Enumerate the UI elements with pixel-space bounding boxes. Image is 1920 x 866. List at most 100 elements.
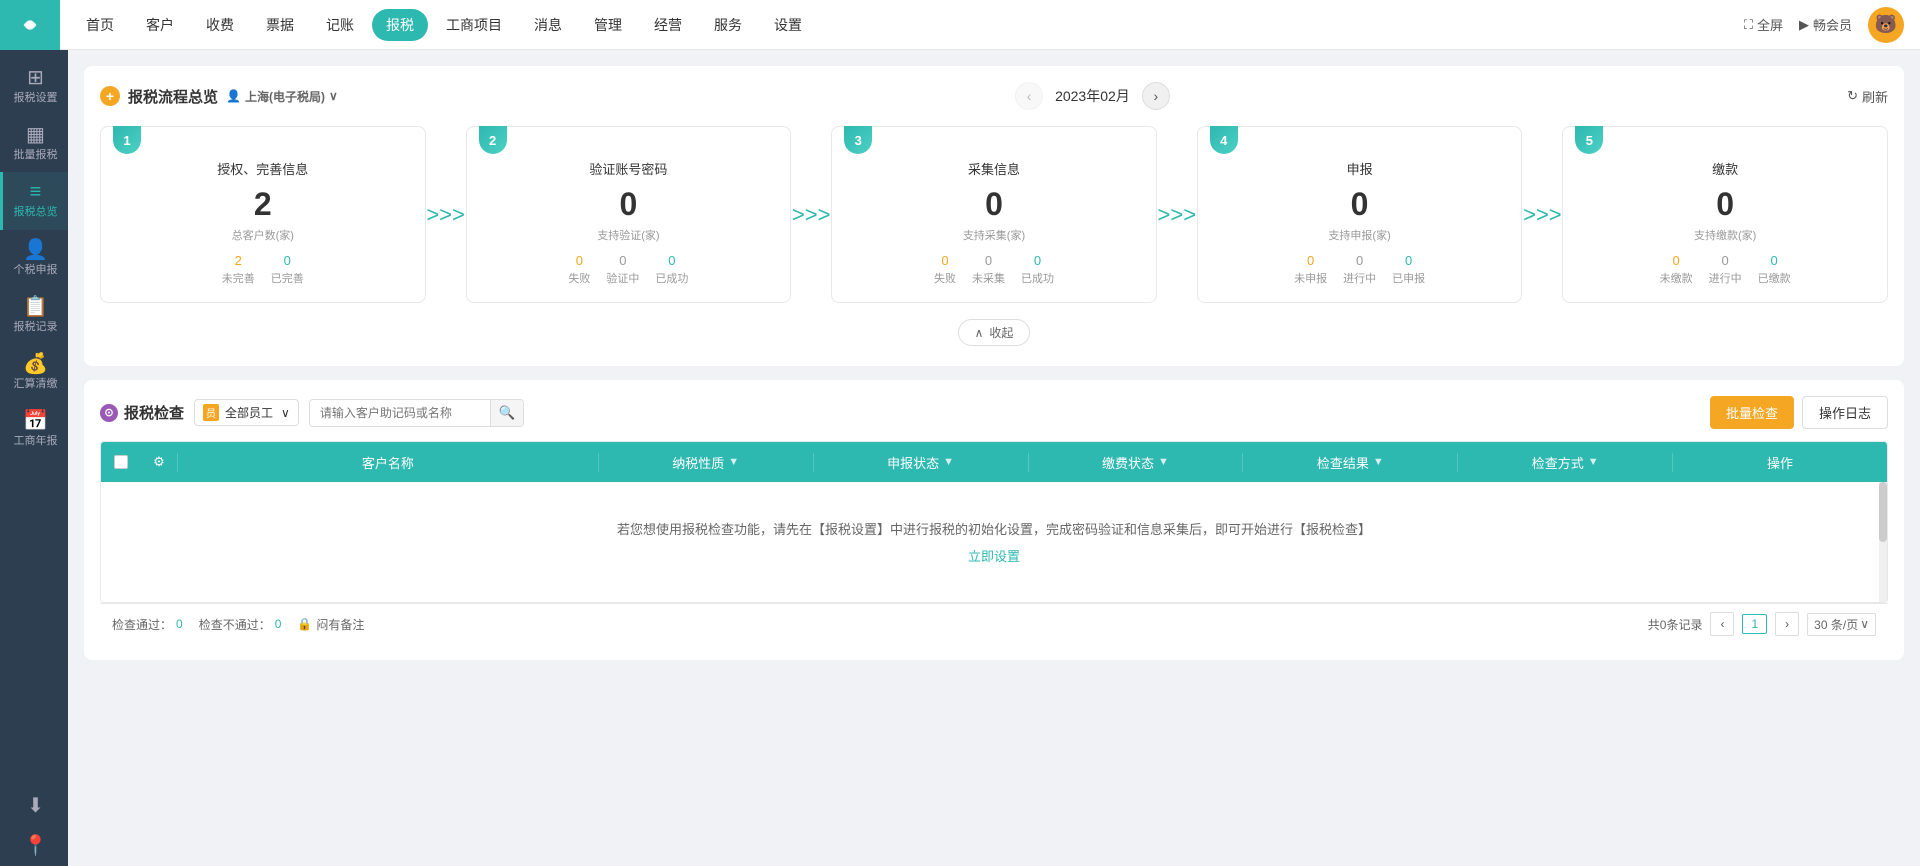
- filter-icon[interactable]: ▼: [728, 456, 739, 468]
- table-header: ⚙ 客户名称 纳税性质 ▼ 申报状态 ▼ 缴费状态 ▼: [101, 442, 1887, 482]
- select-all-checkbox[interactable]: [114, 455, 128, 469]
- stat-item: 2 未完善: [222, 253, 255, 286]
- stat-item: 0 失败: [934, 253, 956, 286]
- current-page: 1: [1742, 614, 1767, 634]
- nav-right-actions: ⛶ 全屏 ▶ 畅会员 🐻: [1744, 7, 1904, 43]
- nav-business[interactable]: 工商项目: [432, 9, 516, 41]
- app-logo[interactable]: [0, 0, 60, 50]
- flow-next-button[interactable]: ›: [1142, 82, 1170, 110]
- stat-item: 0 已成功: [655, 253, 688, 286]
- nav-home[interactable]: 首页: [72, 9, 128, 41]
- nav-operations[interactable]: 经营: [640, 9, 696, 41]
- member-button[interactable]: ▶ 畅会员: [1799, 15, 1852, 34]
- sidebar: ⊞ 报税设置 ▦ 批量报税 ≡ 报税总览 👤 个税申报 📋 报税记录 💰 汇算清…: [0, 50, 68, 866]
- sidebar-item-tax-overview[interactable]: ≡ 报税总览: [0, 172, 68, 229]
- th-check-result: 检查结果 ▼: [1242, 453, 1457, 472]
- stat-label: 进行中: [1709, 270, 1742, 286]
- operation-log-button[interactable]: 操作日志: [1802, 396, 1888, 429]
- th-gear[interactable]: ⚙: [141, 454, 177, 470]
- th-payment-status: 缴费状态 ▼: [1028, 453, 1243, 472]
- flow-overview-header: + 报税流程总览 👤 上海(电子税局) ∨ ‹ 2023年02月 › ↻ 刷新: [100, 82, 1888, 110]
- batch-check-button[interactable]: 批量检查: [1710, 396, 1794, 429]
- sidebar-label-annual-report: 工商年报: [14, 435, 58, 448]
- th-operation: 操作: [1672, 453, 1887, 472]
- stat-item: 0 未采集: [972, 253, 1005, 286]
- filter-icon[interactable]: ▼: [1373, 456, 1384, 468]
- step-number-4: 4: [1210, 126, 1238, 154]
- refresh-button[interactable]: ↻ 刷新: [1847, 87, 1888, 106]
- search-button[interactable]: 🔍: [490, 400, 524, 426]
- stat-value: 0: [985, 253, 992, 268]
- nav-services[interactable]: 服务: [700, 9, 756, 41]
- stat-value: 0: [619, 253, 626, 268]
- fullscreen-button[interactable]: ⛶ 全屏: [1744, 15, 1783, 34]
- stat-item: 0 已申报: [1392, 253, 1425, 286]
- stat-label: 未申报: [1294, 270, 1327, 286]
- nav-bookkeeping[interactable]: 记账: [312, 9, 368, 41]
- sidebar-item-individual-tax[interactable]: 👤 个税申报: [0, 230, 68, 287]
- sidebar-item-location[interactable]: 📍: [0, 826, 68, 866]
- flow-title-icon: +: [100, 86, 120, 106]
- collapse-button[interactable]: ∧ 收起: [958, 319, 1031, 346]
- step-number-5: 5: [1575, 126, 1603, 154]
- step-title-1: 授权、完善信息: [117, 159, 409, 178]
- individual-tax-icon: 👤: [23, 240, 48, 260]
- tax-overview-icon: ≡: [30, 182, 42, 202]
- sidebar-item-tax-records[interactable]: 📋 报税记录: [0, 287, 68, 344]
- per-page-select[interactable]: 30 条/页 ∨: [1807, 613, 1876, 636]
- staff-filter-select[interactable]: 员 全部员工 ∨: [194, 399, 299, 426]
- filter-icon[interactable]: ▼: [1158, 456, 1169, 468]
- page-next-button[interactable]: ›: [1775, 612, 1799, 636]
- filter-icon[interactable]: ▼: [943, 456, 954, 468]
- th-operation-label: 操作: [1767, 453, 1793, 472]
- flow-prev-button[interactable]: ‹: [1015, 82, 1043, 110]
- nav-settings[interactable]: 设置: [760, 9, 816, 41]
- sidebar-item-download[interactable]: ⬇: [0, 786, 68, 826]
- sidebar-item-settlement[interactable]: 💰 汇算清缴: [0, 344, 68, 401]
- nav-invoices[interactable]: 票据: [252, 9, 308, 41]
- page-first-button[interactable]: ‹: [1710, 612, 1734, 636]
- user-avatar[interactable]: 🐻: [1868, 7, 1904, 43]
- nav-messages[interactable]: 消息: [520, 9, 576, 41]
- sidebar-item-batch-tax[interactable]: ▦ 批量报税: [0, 115, 68, 172]
- step-title-4: 申报: [1214, 159, 1506, 178]
- tax-records-icon: 📋: [23, 297, 48, 317]
- flow-location-text: 上海(电子税局): [245, 88, 325, 105]
- sidebar-item-annual-report[interactable]: 📅 工商年报: [0, 401, 68, 458]
- step-sub-4: 支持申报(家): [1214, 227, 1506, 243]
- flow-title-text: 报税流程总览: [128, 86, 218, 107]
- flow-month: 2023年02月: [1055, 86, 1130, 106]
- th-check-method-label: 检查方式: [1532, 453, 1584, 472]
- step-title-3: 采集信息: [848, 159, 1140, 178]
- setup-link[interactable]: 立即设置: [968, 546, 1020, 565]
- table-scrollbar[interactable]: [1879, 482, 1887, 602]
- flow-arrow-1: >>>: [426, 126, 466, 303]
- sidebar-label-batch-tax: 批量报税: [14, 149, 58, 162]
- stat-value: 0: [284, 253, 291, 268]
- stat-value: 0: [668, 253, 675, 268]
- nav-customer[interactable]: 客户: [132, 9, 188, 41]
- note-label: 闷有备注: [316, 616, 364, 633]
- stat-item: 0 失败: [568, 253, 590, 286]
- collapse-icon: ∧: [975, 326, 984, 340]
- search-input[interactable]: [310, 401, 490, 425]
- flow-location[interactable]: 👤 上海(电子税局) ∨: [226, 88, 338, 105]
- filter-icon[interactable]: ▼: [1588, 456, 1599, 468]
- sidebar-label-individual-tax: 个税申报: [14, 264, 58, 277]
- nav-fees[interactable]: 收费: [192, 9, 248, 41]
- sidebar-item-tax-settings[interactable]: ⊞ 报税设置: [0, 58, 68, 115]
- pass-count[interactable]: 0: [176, 617, 183, 631]
- step-stats-4: 0 未申报 0 进行中 0 已申报: [1214, 253, 1506, 286]
- step-count-5: 0: [1579, 186, 1871, 223]
- step-title-2: 验证账号密码: [483, 159, 775, 178]
- footer-pagination: 共0条记录 ‹ 1 › 30 条/页 ∨: [1648, 612, 1876, 636]
- fullscreen-icon: ⛶: [1744, 17, 1753, 33]
- tax-check-table: ⚙ 客户名称 纳税性质 ▼ 申报状态 ▼ 缴费状态 ▼: [100, 441, 1888, 603]
- fail-count[interactable]: 0: [275, 617, 282, 631]
- check-title-text: 报税检查: [124, 402, 184, 423]
- nav-management[interactable]: 管理: [580, 9, 636, 41]
- th-checkbox[interactable]: [101, 455, 141, 469]
- nav-tax[interactable]: 报税: [372, 9, 428, 41]
- note-stat: 🔒 闷有备注: [297, 616, 364, 633]
- batch-tax-icon: ▦: [26, 125, 45, 145]
